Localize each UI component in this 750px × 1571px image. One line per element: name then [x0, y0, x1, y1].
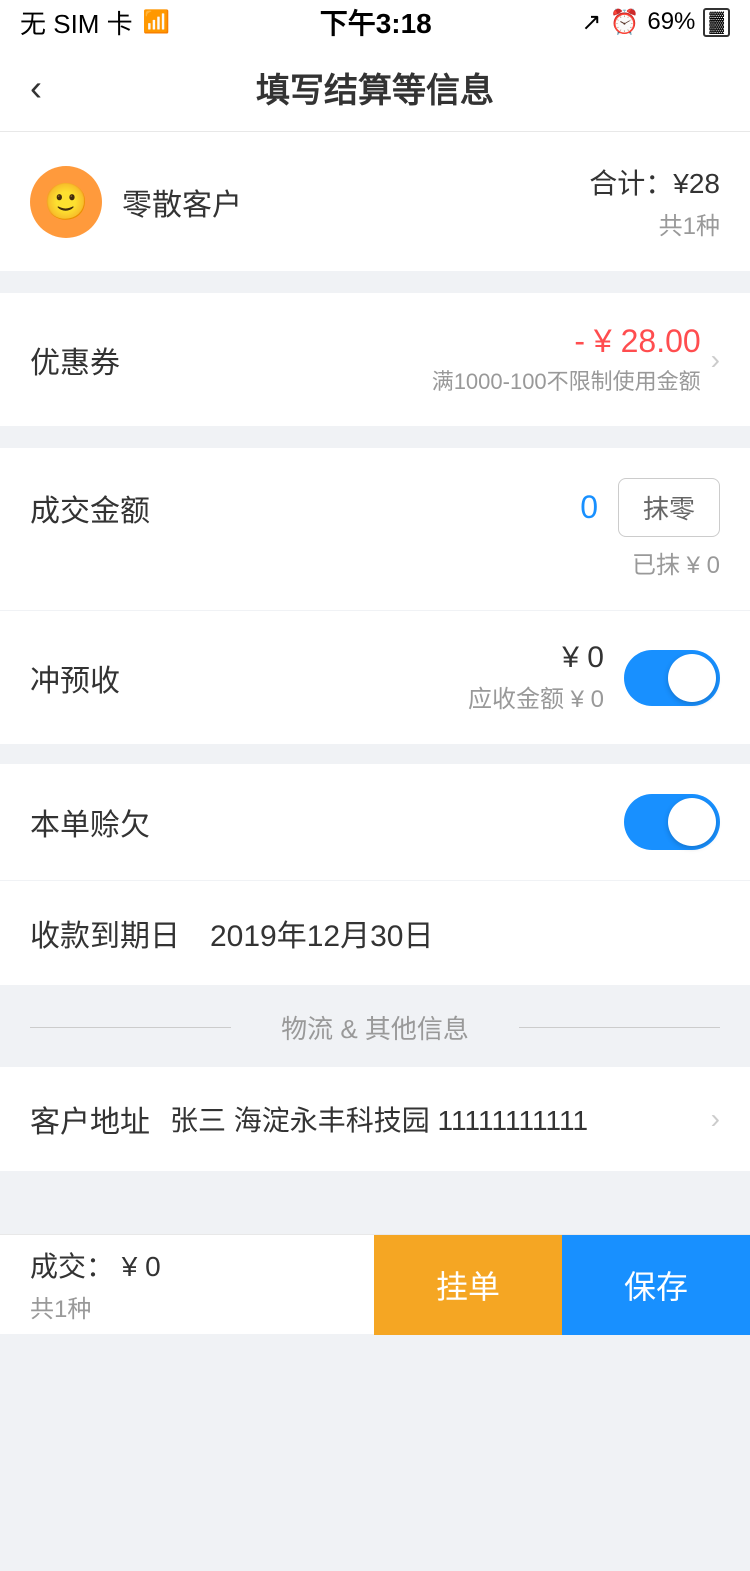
logistics-header: 物流 & 其他信息: [0, 987, 750, 1067]
prepay-toggle[interactable]: [624, 650, 720, 706]
avatar-icon: 🙂: [44, 181, 89, 223]
address-section[interactable]: 客户地址 张三 海淀永丰科技园 11111111111 ›: [0, 1067, 750, 1171]
mo-ling-button[interactable]: 抹零: [618, 478, 720, 537]
logistics-line-left: [30, 1027, 231, 1028]
total-amount: 合计：¥28: [589, 162, 720, 202]
bottom-bar: 成交： ¥ 0 共1种 挂单 保存: [0, 1234, 750, 1334]
address-chevron-icon: ›: [711, 1103, 720, 1135]
total-count: 共1种: [589, 206, 720, 241]
save-button[interactable]: 保存: [562, 1235, 750, 1335]
divider-3: [0, 744, 750, 764]
debit-toggle-knob: [668, 798, 716, 846]
debit-toggle[interactable]: [624, 794, 720, 850]
bottom-count: 共1种: [30, 1289, 344, 1324]
prepay-section: 冲预收 ¥ 0 应收金额 ¥ 0: [0, 610, 750, 744]
address-label: 客户地址: [30, 1097, 150, 1141]
carrier-text: 无 SIM 卡: [20, 4, 133, 41]
deal-section: 成交金额 0 抹零 已抹 ¥ 0: [0, 448, 750, 610]
battery-text: 69%: [647, 8, 695, 36]
battery-icon: ▓: [703, 8, 730, 37]
divider-1: [0, 273, 750, 293]
coupon-section: 优惠券 - ¥ 28.00 满1000-100不限制使用金额 ›: [0, 293, 750, 426]
customer-name: 零散客户: [122, 180, 242, 224]
toggle-knob: [668, 654, 716, 702]
logistics-line-right: [519, 1027, 720, 1028]
bottom-deal-label: 成交：: [30, 1251, 114, 1282]
bottom-deal-value: ¥ 0: [122, 1251, 161, 1282]
prepay-amount-col: ¥ 0 应收金额 ¥ 0: [468, 641, 604, 714]
deal-sub: 已抹 ¥ 0: [30, 545, 720, 580]
debit-label: 本单赊欠: [30, 800, 150, 844]
debit-section: 本单赊欠 收款到期日 2019年12月30日: [0, 764, 750, 985]
logistics-label: 物流 & 其他信息: [281, 1009, 469, 1046]
back-button[interactable]: ‹: [30, 67, 42, 109]
location-icon: ↗: [581, 8, 601, 37]
deal-value: 0: [580, 489, 598, 526]
prepay-amount: ¥ 0: [468, 641, 604, 675]
coupon-label: 优惠券: [30, 338, 120, 382]
address-value: 张三 海淀永丰科技园 11111111111: [170, 1099, 701, 1139]
bottom-info: 成交： ¥ 0 共1种: [0, 1245, 374, 1324]
deal-label: 成交金额: [30, 486, 150, 530]
page-title: 填写结算等信息: [256, 63, 494, 112]
content: 🙂 零散客户 合计：¥28 共1种 优惠券 - ¥ 28.00 满1000-10…: [0, 132, 750, 1571]
status-bar: 无 SIM 卡 📶 下午3:18 ↗ ⏰ 69% ▓: [0, 0, 750, 44]
coupon-amount: - ¥ 28.00: [432, 323, 701, 360]
hang-button[interactable]: 挂单: [374, 1235, 562, 1335]
deal-right: 0 抹零: [580, 478, 720, 537]
prepay-right: ¥ 0 应收金额 ¥ 0: [468, 641, 720, 714]
status-time: 下午3:18: [320, 2, 432, 42]
due-date-section: 收款到期日 2019年12月30日: [0, 880, 750, 985]
due-date-label: 收款到期日: [30, 911, 180, 955]
divider-2: [0, 428, 750, 448]
due-date-value: 2019年12月30日: [210, 911, 433, 955]
avatar: 🙂: [30, 166, 102, 238]
coupon-value: - ¥ 28.00 满1000-100不限制使用金额: [432, 323, 701, 396]
debit-row: 本单赊欠: [0, 764, 750, 880]
coupon-desc: 满1000-100不限制使用金额: [432, 364, 701, 396]
customer-total: 合计：¥28 共1种: [589, 162, 720, 241]
wifi-icon: 📶: [143, 9, 170, 35]
coupon-chevron-icon: ›: [711, 344, 720, 376]
prepay-sub: 应收金额 ¥ 0: [468, 679, 604, 714]
due-date-content: 收款到期日 2019年12月30日: [30, 911, 720, 955]
status-right: ↗ ⏰ 69% ▓: [581, 8, 730, 37]
prepay-top: 冲预收 ¥ 0 应收金额 ¥ 0: [30, 641, 720, 714]
coupon-right: - ¥ 28.00 满1000-100不限制使用金额 ›: [432, 323, 720, 396]
bottom-spacer: [0, 1471, 750, 1571]
bottom-deal: 成交： ¥ 0: [30, 1245, 344, 1285]
customer-section: 🙂 零散客户 合计：¥28 共1种: [0, 132, 750, 271]
nav-bar: ‹ 填写结算等信息: [0, 44, 750, 132]
customer-left: 🙂 零散客户: [30, 166, 242, 238]
prepay-label: 冲预收: [30, 656, 120, 700]
alarm-icon: ⏰: [609, 8, 639, 37]
status-left: 无 SIM 卡 📶: [20, 4, 170, 41]
deal-top: 成交金额 0 抹零: [30, 478, 720, 537]
coupon-row[interactable]: 优惠券 - ¥ 28.00 满1000-100不限制使用金额 ›: [0, 293, 750, 426]
